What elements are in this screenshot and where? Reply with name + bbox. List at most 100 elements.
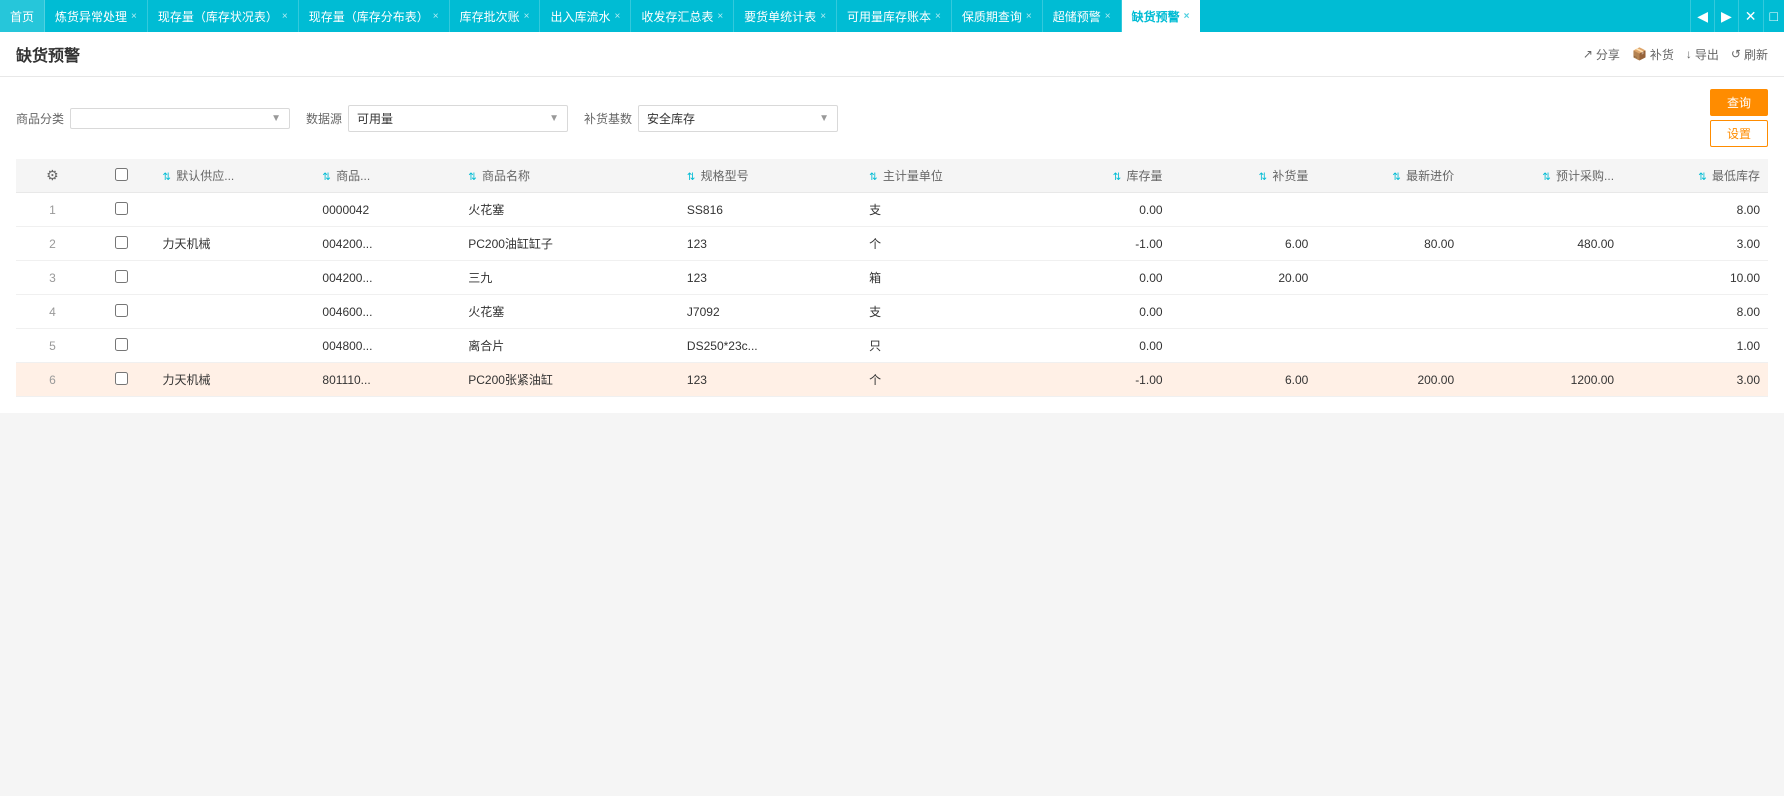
nav-prev-button[interactable]: ◀ [1690, 0, 1714, 32]
nav-tab-receive[interactable]: 收发存汇总表× [631, 0, 734, 32]
nav-tab-overstock[interactable]: 超储预警× [1043, 0, 1122, 32]
nav-tab-label: 现存量（库存分布表） [309, 8, 429, 25]
row-checkbox[interactable] [115, 236, 128, 249]
row-checkbox[interactable] [115, 270, 128, 283]
table-container: ⚙ ⇅ 默认供应... ⇅ 商品... ⇅ 商品名称 [0, 159, 1784, 413]
sort-spec-icon: ⇅ [687, 172, 695, 183]
export-icon: ↓ [1686, 47, 1692, 61]
select-all-checkbox[interactable] [115, 168, 128, 181]
query-button[interactable]: 查询 [1710, 89, 1768, 116]
row-spec: 123 [679, 227, 861, 261]
sort-name-icon: ⇅ [468, 172, 476, 183]
row-name: PC200油缸缸子 [460, 227, 679, 261]
nav-arrows: ◀ ▶ ✕ □ [1690, 0, 1784, 32]
row-checkbox[interactable] [115, 372, 128, 385]
row-replenish [1171, 295, 1317, 329]
nav-tab-close-icon[interactable]: × [524, 11, 530, 22]
nav-tab-close-icon[interactable]: × [1105, 11, 1111, 22]
nav-tab-close-icon[interactable]: × [935, 11, 941, 22]
replenish-base-select[interactable]: 安全库存 ▼ [638, 105, 838, 132]
row-checkbox[interactable] [115, 202, 128, 215]
nav-tab-close-icon[interactable]: × [820, 11, 826, 22]
replenish-base-label: 补货基数 [584, 110, 632, 127]
row-spec: SS816 [679, 193, 861, 227]
datasource-select[interactable]: 可用量 ▼ [348, 105, 568, 132]
row-minstock: 1.00 [1622, 329, 1768, 363]
table-row: 6力天机械801110...PC200张紧油缸123个-1.006.00200.… [16, 363, 1768, 397]
row-plan [1462, 193, 1622, 227]
nav-expand-button[interactable]: □ [1763, 0, 1784, 32]
row-unit: 个 [861, 227, 1025, 261]
nav-tab-available[interactable]: 可用量库存账本× [837, 0, 952, 32]
nav-tab-close-icon[interactable]: × [717, 11, 723, 22]
row-replenish [1171, 193, 1317, 227]
nav-tab-stock-dist[interactable]: 现存量（库存分布表） × [299, 0, 450, 32]
nav-tab-close-icon[interactable]: × [1184, 11, 1190, 22]
table-row: 4004600...火花塞J7092支0.008.00 [16, 295, 1768, 329]
header-plan: ⇅ 预计采购... [1462, 159, 1622, 193]
header-code: ⇅ 商品... [314, 159, 460, 193]
nav-tab-label: 出入库流水 [550, 8, 610, 25]
row-stock: 0.00 [1025, 295, 1171, 329]
replenish-base-chevron-icon: ▼ [819, 113, 829, 124]
share-button[interactable]: ↗ 分享 [1583, 46, 1620, 63]
nav-tab-flow[interactable]: 出入库流水 × [540, 0, 631, 32]
row-stock: 0.00 [1025, 261, 1171, 295]
nav-tab-exception[interactable]: 炼货异常处理× [45, 0, 148, 32]
row-plan: 1200.00 [1462, 363, 1622, 397]
row-supplier [155, 329, 315, 363]
header-stock: ⇅ 库存量 [1025, 159, 1171, 193]
row-name: 离合片 [460, 329, 679, 363]
row-checkbox-cell [89, 261, 155, 295]
nav-tab-shortage[interactable]: 缺货预警× [1122, 0, 1201, 32]
row-supplier [155, 261, 315, 295]
row-code: 004600... [314, 295, 460, 329]
row-stock: -1.00 [1025, 363, 1171, 397]
row-plan [1462, 295, 1622, 329]
nav-tab-close-icon[interactable]: × [131, 11, 137, 22]
header-price: ⇅ 最新进价 [1316, 159, 1462, 193]
row-price [1316, 261, 1462, 295]
row-checkbox-cell [89, 193, 155, 227]
row-num: 4 [16, 295, 89, 329]
row-checkbox[interactable] [115, 304, 128, 317]
refresh-button[interactable]: ↺ 刷新 [1731, 46, 1768, 63]
nav-tab-demand[interactable]: 要货单统计表× [734, 0, 837, 32]
table-row: 10000042火花塞SS816支0.008.00 [16, 193, 1768, 227]
nav-tab-close-icon[interactable]: × [433, 11, 439, 22]
nav-next-button[interactable]: ▶ [1714, 0, 1738, 32]
category-chevron-icon: ▼ [271, 113, 281, 124]
nav-tab-close-icon[interactable]: × [282, 11, 288, 22]
nav-close-button[interactable]: ✕ [1738, 0, 1763, 32]
row-checkbox-cell [89, 295, 155, 329]
sort-plan-icon: ⇅ [1542, 172, 1550, 183]
row-code: 0000042 [314, 193, 460, 227]
row-unit: 箱 [861, 261, 1025, 295]
row-checkbox[interactable] [115, 338, 128, 351]
row-unit: 只 [861, 329, 1025, 363]
header-check [89, 159, 155, 193]
replenish-base-value: 安全库存 [647, 110, 695, 127]
row-code: 004200... [314, 261, 460, 295]
category-select[interactable]: ▼ [70, 108, 290, 129]
replenish-button[interactable]: 📦 补货 [1632, 46, 1674, 63]
setting-button[interactable]: 设置 [1710, 120, 1768, 147]
row-plan: 480.00 [1462, 227, 1622, 261]
nav-tab-expiry[interactable]: 保质期查询× [952, 0, 1043, 32]
nav-tab-home[interactable]: 首页 [0, 0, 45, 32]
row-name: 三九 [460, 261, 679, 295]
row-minstock: 8.00 [1622, 193, 1768, 227]
nav-tab-close-icon[interactable]: × [1026, 11, 1032, 22]
replenish-icon: 📦 [1632, 47, 1647, 61]
row-unit: 支 [861, 295, 1025, 329]
export-button[interactable]: ↓ 导出 [1686, 46, 1719, 63]
sort-supplier-icon: ⇅ [163, 172, 171, 183]
row-replenish: 6.00 [1171, 227, 1317, 261]
table-row: 5004800...离合片DS250*23c...只0.001.00 [16, 329, 1768, 363]
row-plan [1462, 329, 1622, 363]
nav-tab-batch[interactable]: 库存批次账× [450, 0, 541, 32]
row-num: 3 [16, 261, 89, 295]
nav-tab-stock-status[interactable]: 现存量（库存状况表）× [148, 0, 299, 32]
settings-gear-icon[interactable]: ⚙ [46, 167, 59, 183]
nav-tab-close-icon[interactable]: × [614, 11, 620, 22]
